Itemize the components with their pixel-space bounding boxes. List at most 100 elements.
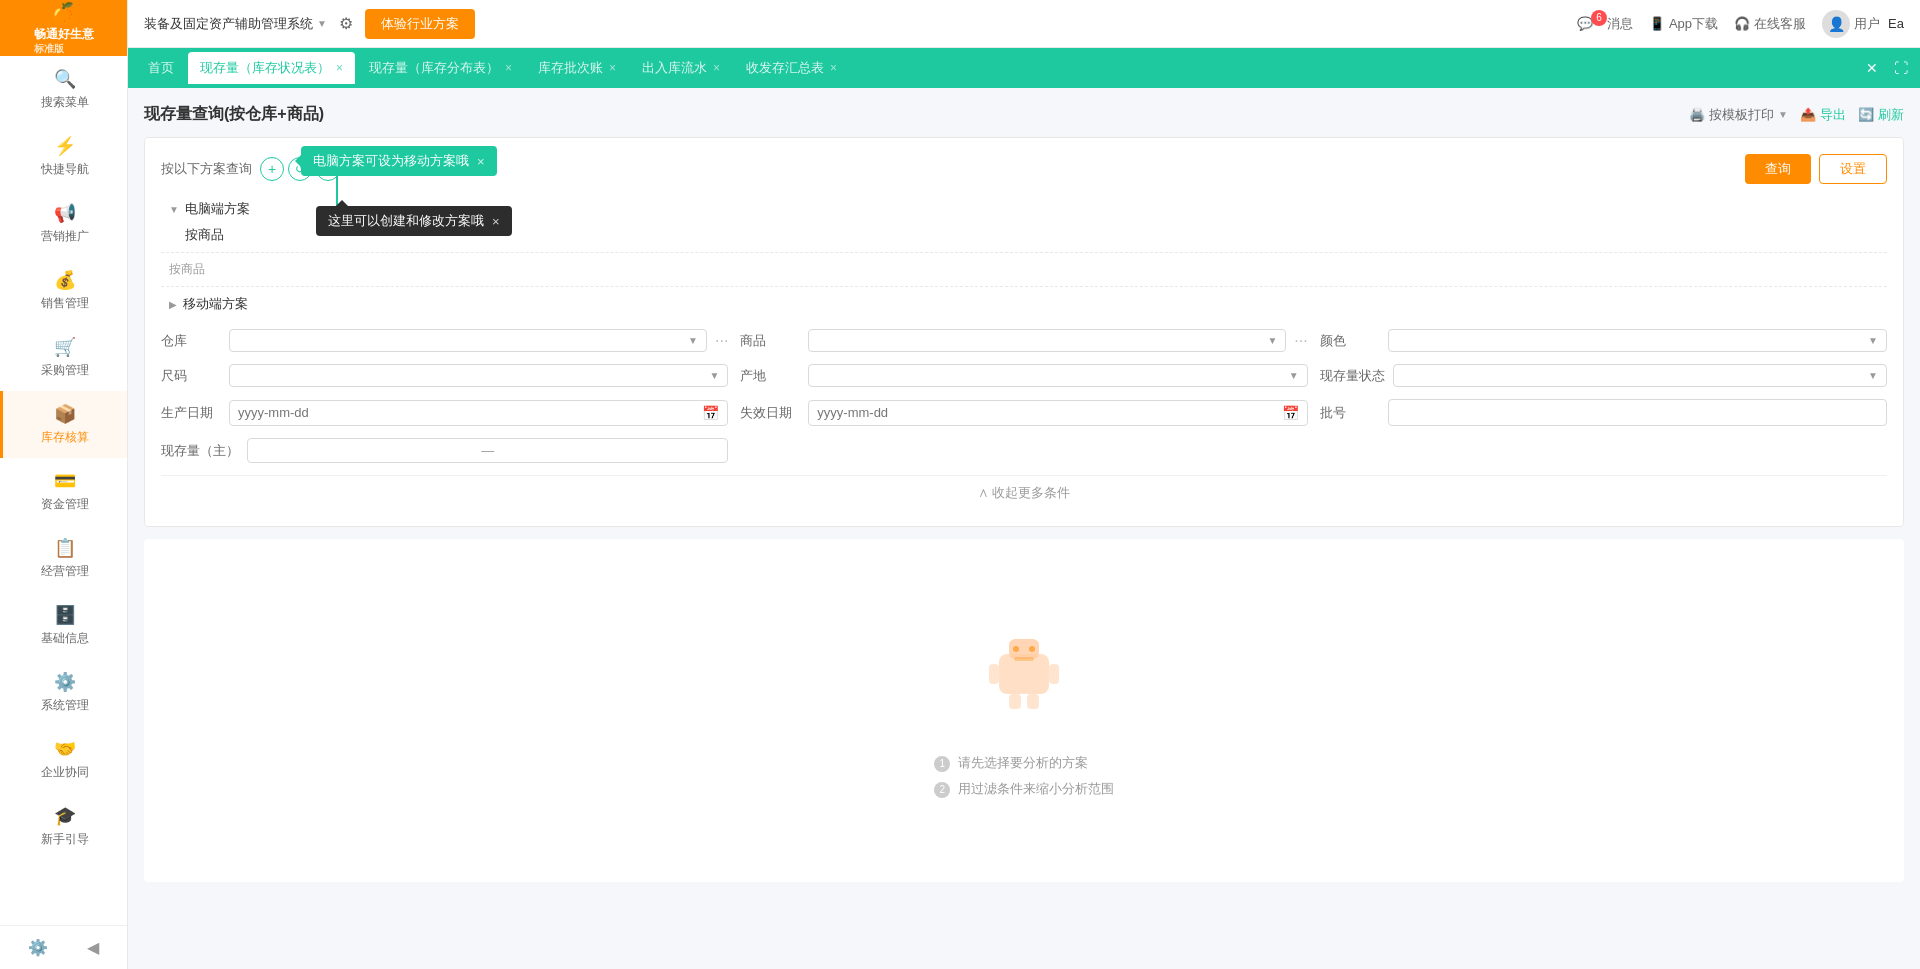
empty-step2: 2 用过滤条件来缩小分析范围	[934, 776, 1114, 802]
sidebar-menu-newbie[interactable]: 🎓 新手引导	[0, 793, 127, 860]
messages-action[interactable]: 💬 6 消息	[1577, 15, 1633, 33]
page-header: 现存量查询(按仓库+商品) 🖨️ 按模板打印 ▼ 📤 导出 🔄 刷新	[144, 104, 1904, 125]
basic-icon: 🗄️	[54, 604, 76, 626]
filter-inventory-qty: 现存量（主） —	[161, 438, 728, 463]
app-download-action[interactable]: 📱 App下载	[1649, 15, 1718, 33]
close-all-tabs-icon[interactable]: ✕	[1862, 56, 1882, 80]
tab-batch-ledger[interactable]: 库存批次账 ×	[526, 52, 628, 84]
svg-point-3	[1029, 646, 1035, 652]
goods-more-icon[interactable]: ···	[1294, 332, 1307, 350]
system-selector[interactable]: 装备及固定资产辅助管理系统 ▼	[144, 15, 327, 33]
finance-icon: 💳	[54, 470, 76, 492]
calendar-icon-to[interactable]: 📅	[1282, 405, 1299, 421]
popover-scheme: 电脑方案可设为移动方案哦 ×	[301, 146, 497, 176]
industry-btn[interactable]: 体验行业方案	[365, 9, 475, 39]
empty-illustration	[974, 619, 1074, 734]
set-btn[interactable]: 设置	[1819, 154, 1887, 184]
origin-select[interactable]: ▼	[808, 364, 1307, 387]
scheme-mobile[interactable]: ▶ 移动端方案	[161, 291, 1887, 317]
sidebar-menu-finance[interactable]: 💳 资金管理	[0, 458, 127, 525]
tab-inventory-status-close[interactable]: ×	[336, 61, 343, 75]
inventory-qty-to[interactable]	[498, 443, 719, 458]
size-select[interactable]: ▼	[229, 364, 728, 387]
sidebar-menu-quick[interactable]: ⚡ 快捷导航	[0, 123, 127, 190]
sidebar-menu-basic[interactable]: 🗄️ 基础信息	[0, 592, 127, 659]
tab-inventory-dist[interactable]: 现存量（库存分布表） ×	[357, 52, 524, 84]
inventory-status-select[interactable]: ▼	[1393, 364, 1887, 387]
sidebar-menu-enterprise[interactable]: 🤝 企业协同	[0, 726, 127, 793]
expand-tab-icon[interactable]: ⛶	[1890, 56, 1912, 80]
tab-inventory-status[interactable]: 现存量（库存状况表） ×	[188, 52, 355, 84]
sales-icon: 💰	[54, 269, 76, 291]
sidebar-menu-inventory[interactable]: 📦 库存核算	[0, 391, 127, 458]
expand-desktop-icon: ▼	[169, 204, 179, 215]
search-icon: 🔍	[54, 68, 76, 90]
print-btn[interactable]: 🖨️ 按模板打印 ▼	[1689, 106, 1788, 124]
goods-select[interactable]: ▼	[808, 329, 1286, 352]
tab-in-out-flow[interactable]: 出入库流水 ×	[630, 52, 732, 84]
tab-batch-ledger-close[interactable]: ×	[609, 61, 616, 75]
collapse-sidebar-icon[interactable]: ◀	[87, 938, 99, 957]
add-scheme-icon[interactable]: +	[260, 157, 284, 181]
filter-row-3: 生产日期 📅 失效日期 📅 批号	[161, 399, 1887, 426]
production-date-from-input[interactable]	[238, 405, 702, 420]
expiry-date-input-field[interactable]	[817, 405, 1281, 420]
production-date-from[interactable]: 📅	[229, 400, 728, 426]
tabbar: 首页 现存量（库存状况表） × 现存量（库存分布表） × 库存批次账 × 出入库…	[128, 48, 1920, 88]
query-btn[interactable]: 查询	[1745, 154, 1811, 184]
inventory-qty-range: —	[247, 438, 728, 463]
system-dropdown-icon: ▼	[317, 18, 327, 29]
filter-area: 按以下方案查询 + ↺ ← 电脑方案可设为移动方案哦 × 这里可以创建和修改方案…	[144, 137, 1904, 527]
sidebar-menu-sales[interactable]: 💰 销售管理	[0, 257, 127, 324]
topbar-right: 💬 6 消息 📱 App下载 🎧 在线客服 👤 用户 Ea	[1577, 10, 1904, 38]
content-area: 现存量查询(按仓库+商品) 🖨️ 按模板打印 ▼ 📤 导出 🔄 刷新	[128, 88, 1920, 969]
print-icon: 🖨️	[1689, 107, 1705, 122]
filter-batch-no: 批号	[1320, 399, 1887, 426]
operations-icon: 📋	[54, 537, 76, 559]
svg-rect-8	[1027, 694, 1039, 709]
inventory-qty-from[interactable]	[256, 443, 477, 458]
popover-create-close[interactable]: ×	[492, 214, 500, 229]
sidebar-menu-operations[interactable]: 📋 经营管理	[0, 525, 127, 592]
sidebar-menu-system[interactable]: ⚙️ 系统管理	[0, 659, 127, 726]
print-dropdown-icon: ▼	[1778, 109, 1788, 120]
color-select[interactable]: ▼	[1388, 329, 1887, 352]
svg-rect-6	[1049, 664, 1059, 684]
topbar: 装备及固定资产辅助管理系统 ▼ ⚙ 体验行业方案 💬 6 消息 📱 App下载 …	[128, 0, 1920, 48]
warehouse-select[interactable]: ▼	[229, 329, 707, 352]
filter-goods: 商品 ▼ ···	[740, 329, 1307, 352]
phone-icon: 📱	[1649, 16, 1665, 31]
svg-rect-5	[989, 664, 999, 684]
calendar-icon-from[interactable]: 📅	[702, 405, 719, 421]
export-btn[interactable]: 📤 导出	[1800, 106, 1846, 124]
user-action[interactable]: 👤 用户 Ea	[1822, 10, 1904, 38]
tab-collection-summary[interactable]: 收发存汇总表 ×	[734, 52, 849, 84]
filter-production-date: 生产日期 📅	[161, 400, 728, 426]
tab-collection-summary-close[interactable]: ×	[830, 61, 837, 75]
svg-rect-7	[1009, 694, 1021, 709]
sidebar-menu-marketing[interactable]: 📢 营销推广	[0, 190, 127, 257]
online-support-action[interactable]: 🎧 在线客服	[1734, 15, 1806, 33]
collapse-bar[interactable]: ∧ 收起更多条件	[161, 475, 1887, 510]
filter-row-2: 尺码 ▼ 产地 ▼ 现存量状态	[161, 364, 1887, 387]
batch-no-input[interactable]	[1388, 399, 1887, 426]
settings-bottom-icon[interactable]: ⚙️	[28, 938, 48, 957]
sidebar-logo: 🍊 畅通好生意 标准版	[0, 0, 127, 56]
export-icon: 📤	[1800, 107, 1816, 122]
sidebar-menu-purchase[interactable]: 🛒 采购管理	[0, 324, 127, 391]
topbar-settings-icon[interactable]: ⚙	[339, 14, 353, 33]
filter-size: 尺码 ▼	[161, 364, 728, 387]
logo-text: 畅通好生意 标准版	[34, 27, 94, 56]
tab-in-out-flow-close[interactable]: ×	[713, 61, 720, 75]
inventory-icon: 📦	[54, 403, 76, 425]
scheme-label-hidden: 按商品	[161, 257, 1887, 282]
headset-icon: 🎧	[1734, 16, 1750, 31]
sidebar-menu-search[interactable]: 🔍 搜索菜单	[0, 56, 127, 123]
enterprise-icon: 🤝	[54, 738, 76, 760]
tab-inventory-dist-close[interactable]: ×	[505, 61, 512, 75]
refresh-btn[interactable]: 🔄 刷新	[1858, 106, 1904, 124]
warehouse-more-icon[interactable]: ···	[715, 332, 728, 350]
expiry-date-input[interactable]: 📅	[808, 400, 1307, 426]
tab-home[interactable]: 首页	[136, 52, 186, 84]
popover-scheme-close[interactable]: ×	[477, 154, 485, 169]
